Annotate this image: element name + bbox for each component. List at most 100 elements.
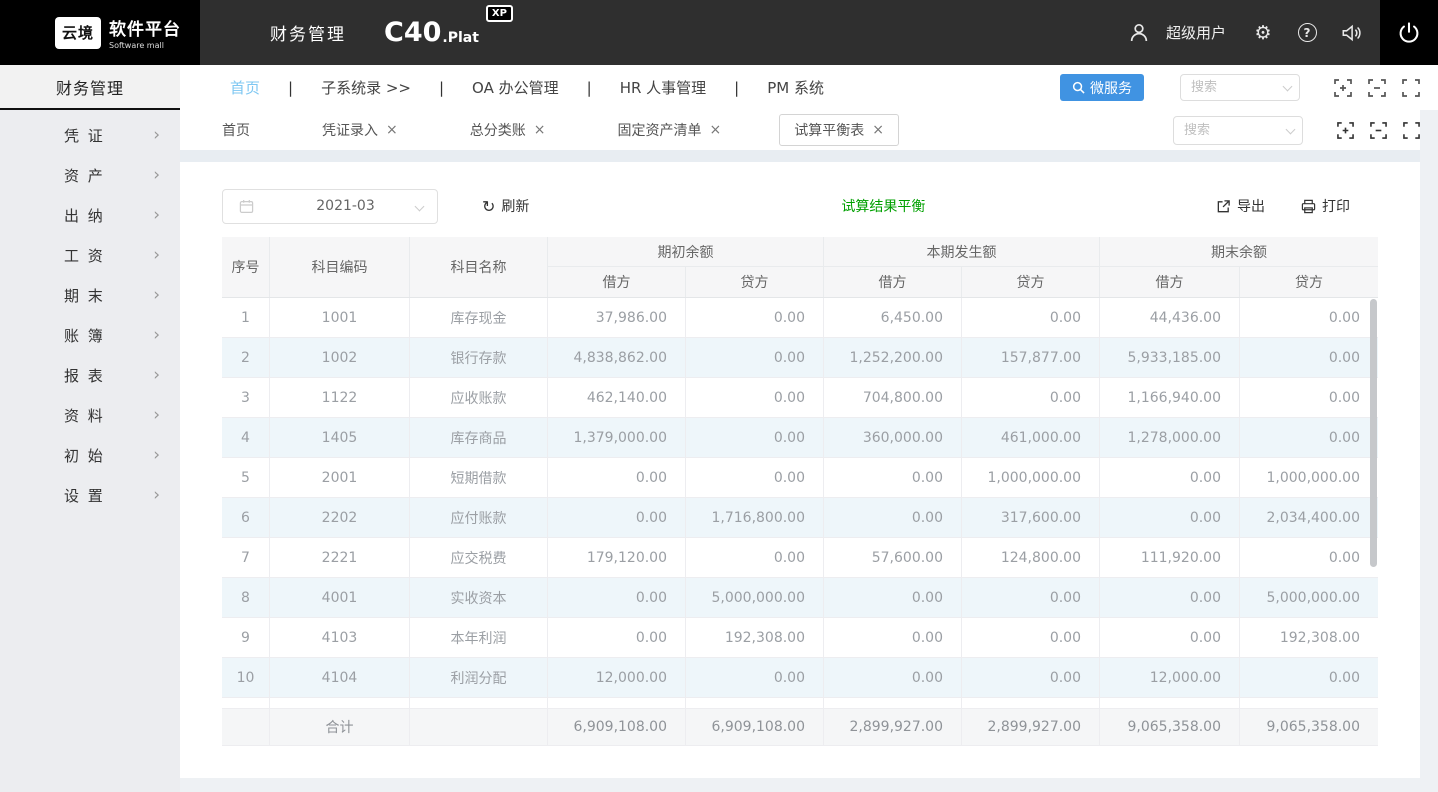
cell-amount: 0.00 xyxy=(962,298,1100,337)
cell-amount: 0.00 xyxy=(686,458,824,497)
cell-amount: 4,838,862.00 xyxy=(548,338,686,377)
nav-item-3[interactable]: OA 办公管理 xyxy=(444,77,587,98)
period-select[interactable]: 2021-03 xyxy=(222,189,438,224)
cell-amount: 124,800.00 xyxy=(962,538,1100,577)
cell-amount: 0.00 xyxy=(1100,578,1240,617)
cell-amount: 704,800.00 xyxy=(824,378,962,417)
product-suffix: .Plat xyxy=(442,30,479,46)
table-row: 11001库存现金37,986.000.006,450.000.0044,436… xyxy=(222,298,1378,338)
cell-code: 1122 xyxy=(270,378,410,417)
minimize-minus-icon[interactable] xyxy=(1370,122,1387,139)
logo-badge: 云境 xyxy=(55,17,101,49)
tab-2[interactable]: 凭证录入 × xyxy=(308,115,412,145)
total-cell: 9,065,358.00 xyxy=(1100,709,1240,745)
user-icon[interactable] xyxy=(1126,20,1152,46)
settings-gear-icon[interactable]: ⚙ xyxy=(1250,20,1276,46)
sidebar-item-label: 资 产 xyxy=(64,165,105,186)
nav-item-2[interactable]: 子系统录 >> xyxy=(293,77,439,98)
tab-label: 固定资产清单 xyxy=(617,120,701,140)
cell-code: 2221 xyxy=(270,538,410,577)
cell-amount: 1,000,000.00 xyxy=(962,458,1100,497)
help-icon[interactable]: ? xyxy=(1294,20,1320,46)
sidebar-item-5[interactable]: 期 末 › xyxy=(0,275,180,315)
cell-name: 银行存款 xyxy=(410,338,548,377)
sidebar-item-9[interactable]: 初 始› xyxy=(0,435,180,475)
sidebar-item-4[interactable]: 工 资› xyxy=(0,235,180,275)
print-icon xyxy=(1301,199,1316,214)
print-button[interactable]: 打印 xyxy=(1301,196,1350,216)
cell-code: 1001 xyxy=(270,298,410,337)
col-header-debit: 借方 xyxy=(824,267,962,297)
table-row: 41405库存商品1,379,000.000.00360,000.00461,0… xyxy=(222,418,1378,458)
username[interactable]: 超级用户 xyxy=(1166,22,1226,43)
maximize-plus-icon[interactable] xyxy=(1337,122,1354,139)
cell-amount: 0.00 xyxy=(1240,418,1378,457)
sidebar-item-label: 资 料 xyxy=(64,405,105,426)
cell-amount: 1,252,200.00 xyxy=(824,338,962,377)
sidebar-item-3[interactable]: 出 纳› xyxy=(0,195,180,235)
total-cell: 2,899,927.00 xyxy=(824,709,962,745)
cell-amount: 192,308.00 xyxy=(1240,618,1378,657)
cell-amount: 5,933,185.00 xyxy=(1100,338,1240,377)
maximize-plus-icon[interactable] xyxy=(1334,79,1352,97)
cell-amount: 0.00 xyxy=(824,658,962,697)
sidebar-item-label: 期 末 xyxy=(64,285,105,306)
nav-item-5[interactable]: PM 系统 xyxy=(739,77,852,98)
table-row: 72221应交税费179,120.000.0057,600.00124,800.… xyxy=(222,538,1378,578)
cell-amount: 360,000.00 xyxy=(824,418,962,457)
sidebar-item-2[interactable]: 资 产› xyxy=(0,155,180,195)
cell-seq: 10 xyxy=(222,658,270,697)
cell-code: 4001 xyxy=(270,578,410,617)
print-label: 打印 xyxy=(1322,196,1350,216)
tab-5[interactable]: 试算平衡表 × xyxy=(779,114,899,146)
col-header-credit: 贷方 xyxy=(1240,267,1378,297)
global-search-input[interactable] xyxy=(1180,74,1300,101)
logout-power-icon[interactable] xyxy=(1380,0,1438,65)
nav-item-1[interactable]: 首页 xyxy=(202,77,288,98)
fullscreen-icon[interactable] xyxy=(1403,122,1420,139)
nav-item-4[interactable]: HR 人事管理 xyxy=(592,77,734,98)
workspace-search-input[interactable] xyxy=(1173,116,1303,145)
sidebar-item-label: 账 簿 xyxy=(64,325,105,346)
chevron-right-icon: › xyxy=(153,287,160,304)
right-scroll-gutter xyxy=(1420,110,1438,792)
refresh-button[interactable]: ↻ 刷新 xyxy=(482,196,529,216)
minimize-minus-icon[interactable] xyxy=(1368,79,1386,97)
cell-amount: 0.00 xyxy=(686,658,824,697)
chevron-right-icon: › xyxy=(153,367,160,384)
table-scrollbar-thumb[interactable] xyxy=(1370,299,1377,567)
nav-row: 财务管理 首页|子系统录 >>|OA 办公管理|HR 人事管理|PM 系统 微服… xyxy=(0,65,1438,110)
cell-amount: 0.00 xyxy=(962,578,1100,617)
cell-amount: 462,140.00 xyxy=(548,378,686,417)
tab-1[interactable]: 首页 xyxy=(208,115,264,145)
export-button[interactable]: 导出 xyxy=(1216,196,1265,216)
total-cell: 6,909,108.00 xyxy=(686,709,824,745)
col-header-credit: 贷方 xyxy=(686,267,824,297)
tab-close-icon[interactable]: × xyxy=(709,122,721,138)
tab-label: 总分类账 xyxy=(470,120,526,140)
sidebar-item-10[interactable]: 设 置› xyxy=(0,475,180,515)
module-title-tab[interactable]: 财务管理 xyxy=(0,65,180,110)
table-row: 62202应付账款0.001,716,800.000.00317,600.000… xyxy=(222,498,1378,538)
sidebar-item-6[interactable]: 账 簿› xyxy=(0,315,180,355)
chevron-right-icon: › xyxy=(153,407,160,424)
cell-amount: 6,450.00 xyxy=(824,298,962,337)
tab-close-icon[interactable]: × xyxy=(872,122,884,138)
col-header-credit: 贷方 xyxy=(962,267,1100,297)
tab-4[interactable]: 固定资产清单 × xyxy=(603,115,735,145)
tab-close-icon[interactable]: × xyxy=(386,122,398,138)
tab-label: 试算平衡表 xyxy=(794,120,864,140)
tab-close-icon[interactable]: × xyxy=(534,122,546,138)
announcement-speaker-icon[interactable] xyxy=(1338,20,1364,46)
cell-amount: 0.00 xyxy=(962,618,1100,657)
sidebar-item-8[interactable]: 资 料 › xyxy=(0,395,180,435)
tab-label: 凭证录入 xyxy=(322,120,378,140)
sidebar-item-1[interactable]: 凭 证› xyxy=(0,115,180,155)
microservice-button[interactable]: 微服务 xyxy=(1060,74,1144,101)
workspace-search xyxy=(1173,116,1303,145)
cell-amount: 317,600.00 xyxy=(962,498,1100,537)
tab-3[interactable]: 总分类账 × xyxy=(456,115,560,145)
sidebar-item-7[interactable]: 报 表› xyxy=(0,355,180,395)
fullscreen-icon[interactable] xyxy=(1402,79,1420,97)
chevron-right-icon: › xyxy=(153,487,160,504)
